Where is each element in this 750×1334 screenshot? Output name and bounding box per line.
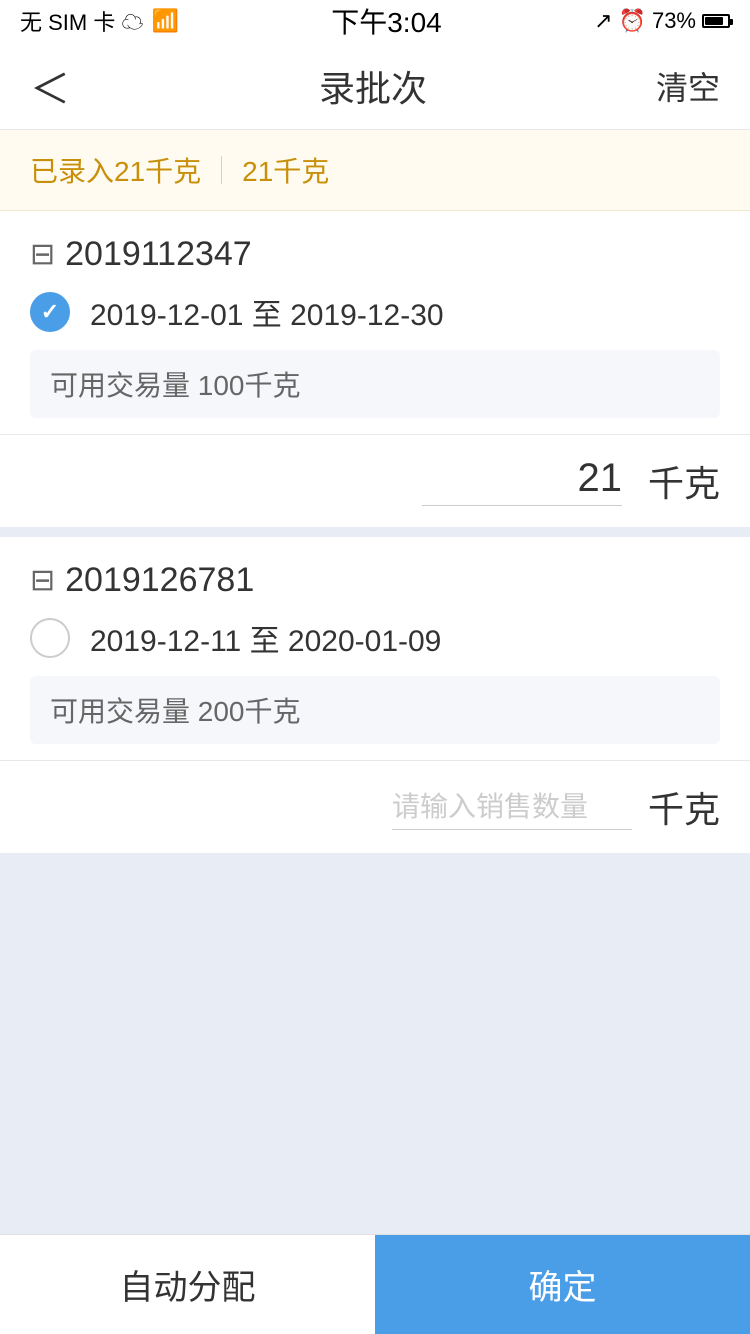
battery-label: 73%	[652, 8, 696, 34]
batch-icon-2: ⊟	[30, 563, 55, 598]
batch-date-1: 2019-12-01 至 2019-12-30	[90, 290, 444, 334]
batch-card-1: ⊟ 2019112347 2019-12-01 至 2019-12-30 可用交…	[0, 211, 750, 527]
battery-icon	[702, 14, 730, 28]
batch-number-1: 2019112347	[65, 235, 252, 274]
alarm-icon: ⏰	[619, 8, 646, 34]
batch-number-2: 2019126781	[65, 561, 254, 600]
quantity-row-1: 21 千克	[0, 434, 750, 527]
info-banner: 已录入21千克 21千克	[0, 130, 750, 211]
quantity-underline-1: 21	[422, 456, 622, 506]
separator-2	[0, 853, 750, 863]
radio-2[interactable]	[30, 618, 70, 658]
auto-distribute-button[interactable]: 自动分配	[0, 1235, 375, 1334]
status-left: 无 SIM 卡 ☁ 📶	[20, 5, 179, 37]
page-title: 录批次	[319, 60, 427, 112]
total-text: 21千克	[242, 150, 329, 190]
back-button[interactable]: ＜	[30, 57, 90, 115]
available-2: 可用交易量 200千克	[30, 676, 720, 744]
nav-bar: ＜ 录批次 清空	[0, 42, 750, 130]
quantity-underline-2: 请输入销售数量	[392, 785, 632, 830]
recorded-text: 已录入21千克	[30, 150, 201, 190]
quantity-placeholder-2[interactable]: 请输入销售数量	[392, 791, 588, 822]
quantity-unit-1: 千克	[648, 455, 720, 507]
quantity-unit-2: 千克	[648, 781, 720, 833]
batch-card-2: ⊟ 2019126781 2019-12-11 至 2020-01-09 可用交…	[0, 537, 750, 853]
empty-area	[0, 863, 750, 1293]
clear-button[interactable]: 清空	[656, 63, 720, 109]
batch-header-1: ⊟ 2019112347	[0, 211, 750, 282]
banner-divider	[221, 156, 222, 184]
batch-date-2: 2019-12-11 至 2020-01-09	[90, 616, 441, 660]
batch-row-1[interactable]: 2019-12-01 至 2019-12-30	[0, 282, 750, 342]
batch-row-2[interactable]: 2019-12-11 至 2020-01-09	[0, 608, 750, 668]
bottom-bar: 自动分配 确定	[0, 1234, 750, 1334]
status-bar: 无 SIM 卡 ☁ 📶 下午3:04 ↗ ⏰ 73%	[0, 0, 750, 42]
separator-1	[0, 527, 750, 537]
confirm-button[interactable]: 确定	[375, 1235, 750, 1334]
location-icon: ↗	[594, 8, 612, 34]
placeholder-row-2: 请输入销售数量 千克	[0, 760, 750, 853]
status-time: 下午3:04	[331, 1, 442, 41]
status-right: ↗ ⏰ 73%	[594, 8, 730, 34]
quantity-value-1[interactable]: 21	[542, 456, 622, 501]
batch-header-2: ⊟ 2019126781	[0, 537, 750, 608]
available-1: 可用交易量 100千克	[30, 350, 720, 418]
sim-label: 无 SIM 卡 ☁	[20, 5, 143, 37]
wifi-icon: 📶	[151, 8, 178, 34]
radio-1[interactable]	[30, 292, 70, 332]
batch-icon-1: ⊟	[30, 237, 55, 272]
